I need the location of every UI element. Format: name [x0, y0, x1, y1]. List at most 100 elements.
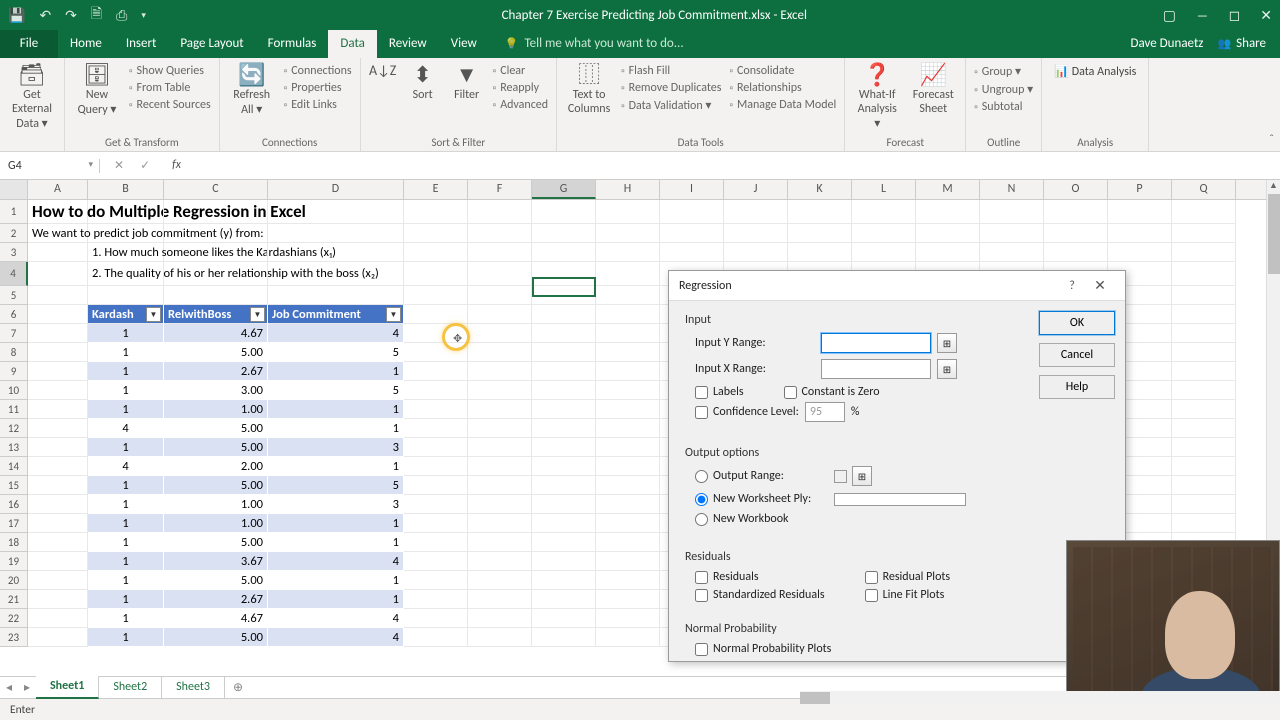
column-header[interactable]: M [916, 180, 980, 199]
advanced-button[interactable]: Advanced [493, 98, 548, 112]
constant-zero-checkbox[interactable] [784, 386, 797, 399]
cell[interactable] [1172, 305, 1236, 324]
cell[interactable] [1172, 324, 1236, 343]
cell[interactable] [468, 224, 532, 243]
cell[interactable] [28, 262, 88, 286]
cell[interactable]: 1 [88, 552, 164, 571]
cell[interactable] [468, 457, 532, 476]
cell[interactable]: 1 [268, 514, 404, 533]
cell[interactable] [468, 609, 532, 628]
maximize-icon[interactable]: ◻ [1229, 7, 1241, 24]
manage-data-model-button[interactable]: Manage Data Model [729, 98, 836, 112]
ribbon-options-icon[interactable]: ▢ [1163, 7, 1176, 24]
cell[interactable] [596, 324, 660, 343]
cell[interactable] [468, 552, 532, 571]
cell[interactable] [404, 590, 468, 609]
cell[interactable] [1172, 438, 1236, 457]
filter-dropdown-icon[interactable]: ▼ [146, 307, 161, 322]
cell[interactable] [28, 419, 88, 438]
row-header[interactable]: 14 [0, 457, 28, 476]
cell[interactable]: 1 [88, 324, 164, 343]
cell[interactable] [404, 305, 468, 324]
cell[interactable]: 2.67 [164, 590, 268, 609]
cell[interactable]: 1 [88, 514, 164, 533]
cell[interactable] [468, 400, 532, 419]
undo-icon[interactable]: ↶ [39, 7, 51, 24]
row-header[interactable]: 17 [0, 514, 28, 533]
tab-view[interactable]: View [439, 30, 489, 58]
cell[interactable] [268, 200, 404, 224]
cell[interactable] [404, 362, 468, 381]
cell[interactable]: 5.00 [164, 438, 268, 457]
cell[interactable]: 5.00 [164, 628, 268, 647]
cell[interactable]: 1 [88, 400, 164, 419]
cell[interactable] [468, 438, 532, 457]
cell[interactable] [1044, 200, 1108, 224]
cell[interactable]: 5 [268, 343, 404, 362]
cell[interactable] [788, 224, 852, 243]
cell[interactable] [532, 400, 596, 419]
cell[interactable]: 1 [88, 362, 164, 381]
input-y-range[interactable] [821, 333, 931, 353]
row-header[interactable]: 3 [0, 243, 28, 262]
cell[interactable]: 2.00 [164, 457, 268, 476]
cell[interactable] [1172, 495, 1236, 514]
cell[interactable] [596, 609, 660, 628]
cell[interactable] [1108, 243, 1172, 262]
tab-page-layout[interactable]: Page Layout [168, 30, 255, 58]
sort-button[interactable]: ⬍Sort [405, 62, 441, 104]
cell[interactable] [596, 457, 660, 476]
text-to-columns-button[interactable]: ⿲Text to Columns [565, 62, 613, 118]
close-icon[interactable]: ✕ [1260, 7, 1272, 24]
cell[interactable]: 1 [268, 419, 404, 438]
cell[interactable] [404, 286, 468, 305]
tab-data[interactable]: Data [328, 30, 377, 58]
cell[interactable] [468, 476, 532, 495]
cell[interactable] [596, 552, 660, 571]
cell[interactable] [404, 381, 468, 400]
relationships-button[interactable]: Relationships [729, 81, 836, 95]
cell[interactable]: 1.00 [164, 495, 268, 514]
save-icon[interactable]: 💾 [8, 7, 25, 24]
sheet-tab[interactable]: Sheet2 [99, 677, 162, 698]
column-header[interactable]: Q [1172, 180, 1236, 199]
residual-plots-checkbox[interactable] [865, 571, 878, 584]
cell[interactable] [468, 324, 532, 343]
cell[interactable] [1044, 224, 1108, 243]
cell[interactable] [1172, 362, 1236, 381]
cell[interactable] [980, 224, 1044, 243]
cell[interactable] [468, 590, 532, 609]
row-header[interactable]: 1 [0, 200, 28, 224]
cell[interactable] [28, 381, 88, 400]
column-header[interactable]: O [1044, 180, 1108, 199]
cell[interactable] [532, 224, 596, 243]
range-picker-icon[interactable]: ⊞ [937, 333, 957, 353]
cell[interactable]: 4 [88, 419, 164, 438]
cell[interactable] [1172, 262, 1236, 286]
cell[interactable] [596, 533, 660, 552]
row-header[interactable]: 5 [0, 286, 28, 305]
cell[interactable] [596, 590, 660, 609]
cell[interactable]: How to do Multiple Regression in Excel [28, 200, 88, 224]
cell[interactable] [596, 419, 660, 438]
cell[interactable]: 4 [88, 457, 164, 476]
cell[interactable]: 2. The quality of his or her relationshi… [88, 262, 164, 286]
row-header[interactable]: 9 [0, 362, 28, 381]
cell[interactable] [404, 628, 468, 647]
cell[interactable] [28, 495, 88, 514]
select-all-button[interactable] [0, 180, 28, 199]
forecast-sheet-button[interactable]: 📈Forecast Sheet [909, 62, 957, 118]
name-box[interactable]: G4 [0, 159, 100, 173]
cell[interactable] [164, 286, 268, 305]
show-queries-button[interactable]: Show Queries [129, 64, 211, 78]
cell[interactable]: 4 [268, 609, 404, 628]
row-header[interactable]: 16 [0, 495, 28, 514]
cell[interactable]: 3 [268, 495, 404, 514]
cell[interactable] [88, 286, 164, 305]
cell[interactable] [788, 243, 852, 262]
cell[interactable]: 3 [268, 438, 404, 457]
row-header[interactable]: 23 [0, 628, 28, 647]
cell[interactable] [1108, 200, 1172, 224]
cell[interactable] [468, 286, 532, 305]
cell[interactable] [532, 243, 596, 262]
